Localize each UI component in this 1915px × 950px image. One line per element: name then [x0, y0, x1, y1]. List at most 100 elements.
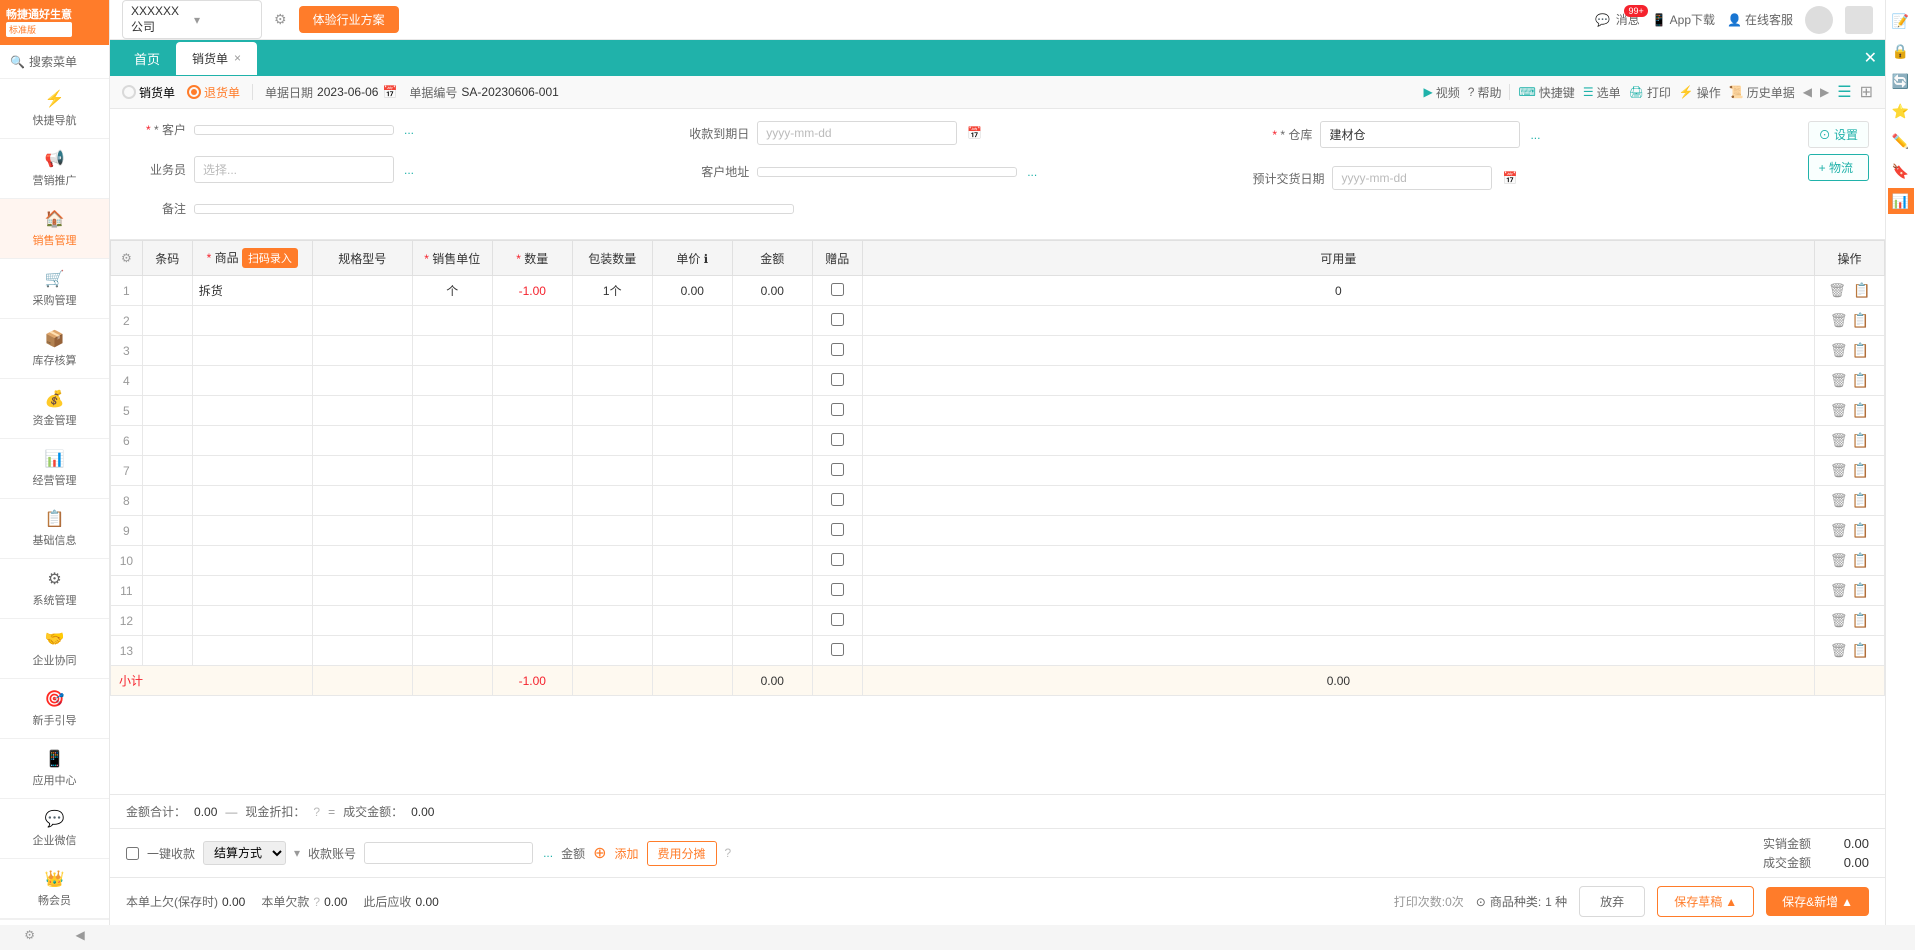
delete-row-1[interactable]: 🗑 — [1828, 282, 1846, 298]
amount-1[interactable]: 0.00 — [732, 276, 812, 306]
expense-help-icon[interactable]: ? — [725, 846, 732, 860]
shortcut-btn[interactable]: ⌨ 快捷键 — [1518, 84, 1574, 101]
settings-gear-icon[interactable]: ⚙ — [270, 7, 291, 32]
operation-btn[interactable]: ⚡ 操作 — [1679, 84, 1721, 101]
right-tool-bookmark[interactable]: 🔖 — [1888, 158, 1914, 184]
copy-row-8[interactable]: 📋 — [1852, 492, 1869, 508]
spec-1[interactable] — [312, 276, 412, 306]
sidebar-item-guide[interactable]: 🎯 新手引导 — [0, 679, 109, 739]
collapse-icon[interactable]: ◀ — [76, 928, 85, 942]
company-selector[interactable]: XXXXXX公司 ▾ — [122, 0, 262, 39]
delete-row-4[interactable]: 🗑 — [1830, 372, 1848, 388]
nav-prev-icon[interactable]: ◀ — [1803, 85, 1812, 99]
copy-row-7[interactable]: 📋 — [1852, 462, 1869, 478]
sidebar-item-marketing[interactable]: 📢 营销推广 — [0, 139, 109, 199]
tab-sales-order[interactable]: 销货单 × — [176, 42, 257, 75]
customer-input[interactable] — [194, 125, 394, 135]
warehouse-input[interactable]: 建材仓 — [1320, 121, 1520, 148]
sidebar-item-basic[interactable]: 📋 基础信息 — [0, 499, 109, 559]
right-tool-refresh[interactable]: 🔄 — [1888, 68, 1914, 94]
copy-row-9[interactable]: 📋 — [1852, 522, 1869, 538]
salesperson-dots[interactable]: ... — [404, 163, 414, 177]
delete-row-8[interactable]: 🗑 — [1830, 492, 1848, 508]
delete-row-7[interactable]: 🗑 — [1830, 462, 1848, 478]
help-btn[interactable]: ? 帮助 — [1468, 84, 1502, 101]
tab-home[interactable]: 首页 — [118, 41, 176, 76]
right-tool-star[interactable]: ⭐ — [1888, 98, 1914, 124]
copy-row-1[interactable]: 📋 — [1853, 282, 1870, 298]
flow-btn[interactable]: + 物流 — [1808, 154, 1869, 181]
settings-bottom-icon[interactable]: ⚙ — [24, 928, 35, 942]
date-calendar-icon[interactable]: 📅 — [382, 85, 397, 99]
warehouse-dots[interactable]: ... — [1530, 128, 1540, 142]
right-tool-chart[interactable]: 📊 — [1888, 188, 1914, 214]
sidebar-item-member[interactable]: 👑 畅会员 — [0, 859, 109, 919]
list-view-icon[interactable]: ☰ — [1837, 82, 1851, 102]
due-date-input[interactable]: yyyy-mm-dd — [757, 121, 957, 145]
delete-row-13[interactable]: 🗑 — [1830, 642, 1848, 658]
delivery-date-calendar-icon[interactable]: 📅 — [1502, 171, 1517, 185]
discount-help-icon[interactable]: ? — [313, 805, 320, 819]
sidebar-item-finance[interactable]: 💰 资金管理 — [0, 379, 109, 439]
radio-return[interactable]: 退货单 — [187, 84, 240, 101]
message-button[interactable]: 💬 99+ 消息 — [1595, 11, 1639, 28]
remark-input[interactable] — [194, 204, 794, 214]
copy-row-2[interactable]: 📋 — [1852, 312, 1869, 328]
sidebar-item-sales[interactable]: 🏠 销售管理 — [0, 199, 109, 259]
print-btn[interactable]: 🖨 打印 — [1629, 84, 1671, 101]
set-btn[interactable]: ⊙ 设置 — [1808, 121, 1869, 148]
quantity-1[interactable]: -1.00 — [492, 276, 572, 306]
right-tool-edit[interactable]: ✏️ — [1888, 128, 1914, 154]
right-tool-lock[interactable]: 🔒 — [1888, 38, 1914, 64]
payment-method-select[interactable]: 结算方式 — [203, 841, 286, 865]
delete-row-3[interactable]: 🗑 — [1830, 342, 1848, 358]
salesperson-input[interactable]: 选择... — [194, 156, 394, 183]
unit-1[interactable]: 个 — [412, 276, 492, 306]
delete-row-5[interactable]: 🗑 — [1830, 402, 1848, 418]
gift-1[interactable] — [812, 276, 862, 306]
video-btn[interactable]: ▶ 视频 — [1424, 84, 1460, 101]
add-payment-icon[interactable]: ⊕ — [593, 843, 606, 863]
sidebar-item-wechat[interactable]: 💬 企业微信 — [0, 799, 109, 859]
sidebar-item-operation[interactable]: 📊 经营管理 — [0, 439, 109, 499]
customer-address-dots[interactable]: ... — [1027, 165, 1037, 179]
sidebar-item-corp[interactable]: 🤝 企业协同 — [0, 619, 109, 679]
col-gear-icon[interactable]: ⚙ — [117, 251, 136, 265]
unit-price-1[interactable]: 0.00 — [652, 276, 732, 306]
add-payment-label[interactable]: 添加 — [615, 845, 639, 862]
right-tool-note[interactable]: 📝 — [1888, 8, 1914, 34]
delete-row-2[interactable]: 🗑 — [1830, 312, 1848, 328]
copy-row-6[interactable]: 📋 — [1852, 432, 1869, 448]
barcode-1[interactable] — [142, 276, 192, 306]
search-menu[interactable]: 🔍 搜索菜单 — [0, 45, 109, 79]
copy-row-5[interactable]: 📋 — [1852, 402, 1869, 418]
user-menu-btn[interactable] — [1845, 6, 1873, 34]
trial-button[interactable]: 体验行业方案 — [299, 6, 399, 33]
due-date-calendar-icon[interactable]: 📅 — [967, 126, 982, 140]
total-owe-help[interactable]: ? — [313, 895, 320, 909]
radio-sales[interactable]: 销货单 — [122, 84, 175, 101]
history-btn[interactable]: 📜 历史单据 — [1729, 84, 1795, 101]
online-service-btn[interactable]: 👤 在线客服 — [1727, 11, 1793, 28]
sidebar-item-system[interactable]: ⚙ 系统管理 — [0, 559, 109, 619]
scan-button[interactable]: 扫码录入 — [242, 248, 298, 268]
sidebar-item-app-center[interactable]: 📱 应用中心 — [0, 739, 109, 799]
save-new-button[interactable]: 保存&新增 ▲ — [1766, 887, 1869, 916]
app-download-btn[interactable]: 📱 App下载 — [1652, 11, 1715, 28]
customer-dots[interactable]: ... — [404, 123, 414, 137]
grid-view-icon[interactable]: ⊞ — [1860, 82, 1873, 102]
window-close-icon[interactable]: ✕ — [1864, 48, 1877, 68]
copy-row-12[interactable]: 📋 — [1852, 612, 1869, 628]
copy-row-3[interactable]: 📋 — [1852, 342, 1869, 358]
copy-row-13[interactable]: 📋 — [1852, 642, 1869, 658]
col-settings-header[interactable]: ⚙ — [111, 241, 143, 276]
discard-button[interactable]: 放弃 — [1579, 886, 1645, 917]
pkg-qty-1[interactable]: 1个 — [572, 276, 652, 306]
delete-row-12[interactable]: 🗑 — [1830, 612, 1848, 628]
delivery-date-input[interactable]: yyyy-mm-dd — [1332, 166, 1492, 190]
expense-split-btn[interactable]: 费用分摊 — [647, 841, 717, 866]
one-click-pay-checkbox[interactable] — [126, 847, 139, 860]
copy-row-11[interactable]: 📋 — [1852, 582, 1869, 598]
save-draft-button[interactable]: 保存草稿 ▲ — [1657, 886, 1754, 917]
copy-row-4[interactable]: 📋 — [1852, 372, 1869, 388]
